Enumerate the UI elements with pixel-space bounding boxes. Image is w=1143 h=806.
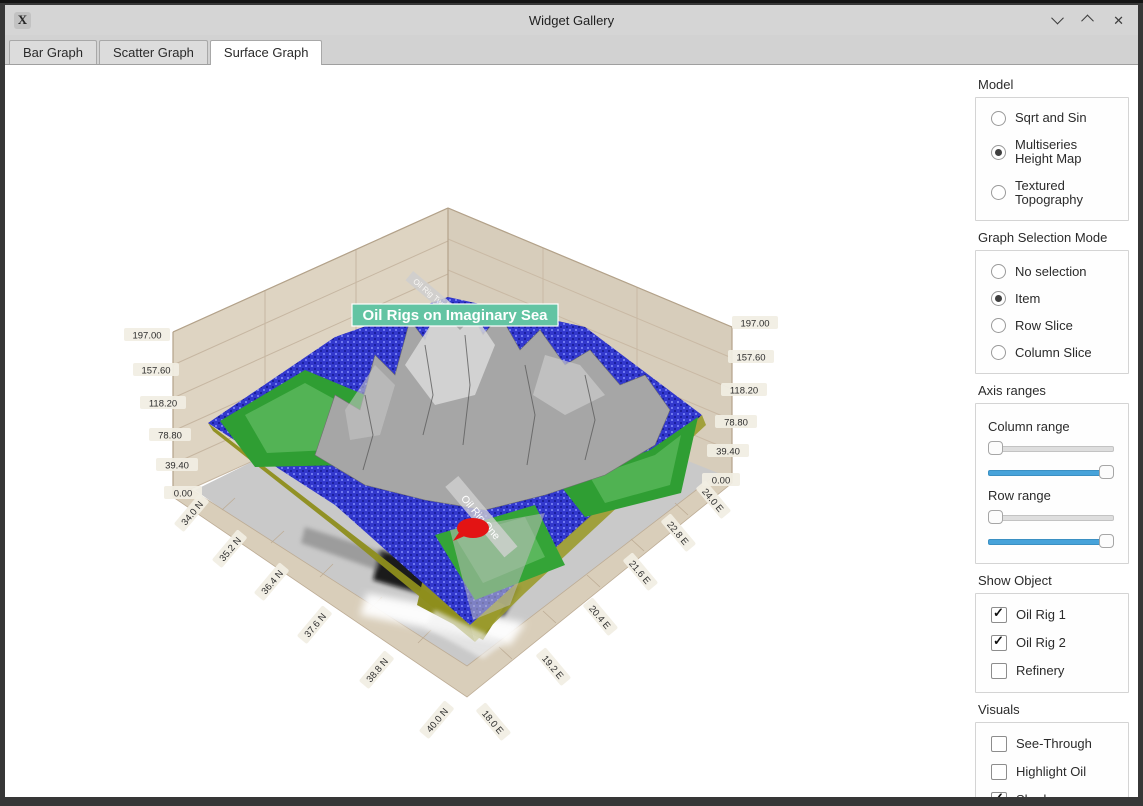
slider-groove [988, 470, 1114, 476]
checkbox-oil-rig-2[interactable]: Oil Rig 2 [991, 635, 1122, 651]
radio-icon [991, 345, 1006, 360]
surface-chart-area[interactable]: Oil Rig Two Oil Rigs on Imaginary Sea Oi… [5, 65, 970, 797]
radio-icon [991, 145, 1006, 160]
checkbox-label: Highlight Oil [1016, 765, 1086, 779]
radio-item[interactable]: Item [991, 291, 1122, 306]
chart-title-banner: Oil Rigs on Imaginary Sea [352, 304, 558, 326]
checkbox-label: Shadows [1016, 793, 1069, 797]
model-group-label: Model [978, 77, 1131, 92]
slider-handle[interactable] [988, 510, 1003, 524]
titlebar: X Widget Gallery ✕ [5, 5, 1138, 35]
radio-label: No selection [1015, 265, 1087, 279]
checkbox-label: Refinery [1016, 664, 1064, 678]
show-object-group: Oil Rig 1 Oil Rig 2 Refinery [975, 593, 1129, 693]
visuals-group: See-Through Highlight Oil Shadows [975, 722, 1129, 797]
svg-text:197.00: 197.00 [740, 319, 769, 330]
axis-ranges-group: Column range Row range [975, 403, 1129, 564]
tab-surface-graph[interactable]: Surface Graph [210, 40, 323, 65]
chevron-down-icon [1051, 12, 1064, 25]
surface-graph-page: Oil Rig Two Oil Rigs on Imaginary Sea Oi… [5, 65, 1138, 797]
checkbox-label: See-Through [1016, 737, 1092, 751]
radio-label: Textured Topography [1015, 179, 1107, 208]
svg-text:78.80: 78.80 [158, 431, 182, 442]
radio-label: Item [1015, 292, 1040, 306]
svg-text:157.60: 157.60 [141, 366, 170, 377]
checkbox-oil-rig-1[interactable]: Oil Rig 1 [991, 607, 1122, 623]
tab-bar-graph[interactable]: Bar Graph [9, 40, 97, 64]
radio-label: Sqrt and Sin [1015, 111, 1087, 125]
radio-label: Column Slice [1015, 346, 1092, 360]
close-icon: ✕ [1113, 13, 1124, 28]
slider-handle[interactable] [1099, 465, 1114, 479]
checkbox-icon [991, 607, 1007, 623]
tab-bar: Bar Graph Scatter Graph Surface Graph [5, 35, 1138, 65]
radio-label: Multiseries Height Map [1015, 138, 1107, 167]
radio-icon [991, 111, 1006, 126]
row-range-max-slider[interactable] [988, 533, 1114, 550]
svg-text:39.40: 39.40 [165, 461, 189, 472]
axis-ranges-group-label: Axis ranges [978, 383, 1131, 398]
svg-text:0.00: 0.00 [174, 489, 193, 500]
radio-icon [991, 291, 1006, 306]
radio-column-slice[interactable]: Column Slice [991, 345, 1122, 360]
svg-text:78.80: 78.80 [724, 418, 748, 429]
radio-sqrt-and-sin[interactable]: Sqrt and Sin [991, 111, 1122, 126]
checkbox-shadows[interactable]: Shadows [991, 792, 1122, 797]
column-range-min-slider[interactable] [988, 440, 1114, 457]
radio-textured-topography[interactable]: Textured Topography [991, 179, 1122, 208]
radio-icon [991, 318, 1006, 333]
window-title: Widget Gallery [5, 13, 1138, 28]
maximize-button[interactable] [1083, 11, 1092, 29]
chart-title: Oil Rigs on Imaginary Sea [362, 307, 548, 324]
tab-scatter-graph[interactable]: Scatter Graph [99, 40, 208, 64]
control-panel: Model Sqrt and Sin Multiseries Height Ma… [975, 67, 1131, 797]
radio-no-selection[interactable]: No selection [991, 264, 1122, 279]
slider-groove [988, 446, 1114, 452]
svg-text:0.00: 0.00 [712, 476, 731, 487]
radio-multiseries-height-map[interactable]: Multiseries Height Map [991, 138, 1122, 167]
checkbox-see-through[interactable]: See-Through [991, 736, 1122, 752]
checkbox-label: Oil Rig 1 [1016, 608, 1066, 622]
checkbox-icon [991, 663, 1007, 679]
radio-icon [991, 264, 1006, 279]
app-frame: X Widget Gallery ✕ Bar Graph Scatter Gra… [0, 0, 1143, 806]
show-object-group-label: Show Object [978, 573, 1131, 588]
checkbox-icon [991, 736, 1007, 752]
window: X Widget Gallery ✕ Bar Graph Scatter Gra… [5, 5, 1138, 797]
row-range-min-slider[interactable] [988, 509, 1114, 526]
chevron-up-icon [1081, 15, 1094, 28]
checkbox-icon [991, 792, 1007, 797]
column-range-label: Column range [988, 419, 1122, 434]
svg-text:118.20: 118.20 [730, 386, 758, 397]
selection-mode-group-label: Graph Selection Mode [978, 230, 1131, 245]
slider-handle[interactable] [1099, 534, 1114, 548]
close-button[interactable]: ✕ [1113, 14, 1124, 27]
svg-text:197.00: 197.00 [132, 331, 161, 342]
slider-groove [988, 539, 1114, 545]
row-range-label: Row range [988, 488, 1122, 503]
svg-text:39.40: 39.40 [716, 447, 740, 458]
visuals-group-label: Visuals [978, 702, 1131, 717]
column-range-max-slider[interactable] [988, 464, 1114, 481]
surface-chart[interactable]: Oil Rig Two Oil Rigs on Imaginary Sea Oi… [5, 65, 970, 797]
radio-row-slice[interactable]: Row Slice [991, 318, 1122, 333]
checkbox-icon [991, 764, 1007, 780]
model-group: Sqrt and Sin Multiseries Height Map Text… [975, 97, 1129, 221]
checkbox-refinery[interactable]: Refinery [991, 663, 1122, 679]
radio-label: Row Slice [1015, 319, 1073, 333]
svg-text:157.60: 157.60 [736, 353, 765, 364]
checkbox-highlight-oil[interactable]: Highlight Oil [991, 764, 1122, 780]
checkbox-label: Oil Rig 2 [1016, 636, 1066, 650]
minimize-button[interactable] [1053, 11, 1062, 29]
slider-groove [988, 515, 1114, 521]
svg-text:118.20: 118.20 [149, 399, 177, 410]
slider-handle[interactable] [988, 441, 1003, 455]
selection-mode-group: No selection Item Row Slice Column Slice [975, 250, 1129, 374]
radio-icon [991, 185, 1006, 200]
checkbox-icon [991, 635, 1007, 651]
